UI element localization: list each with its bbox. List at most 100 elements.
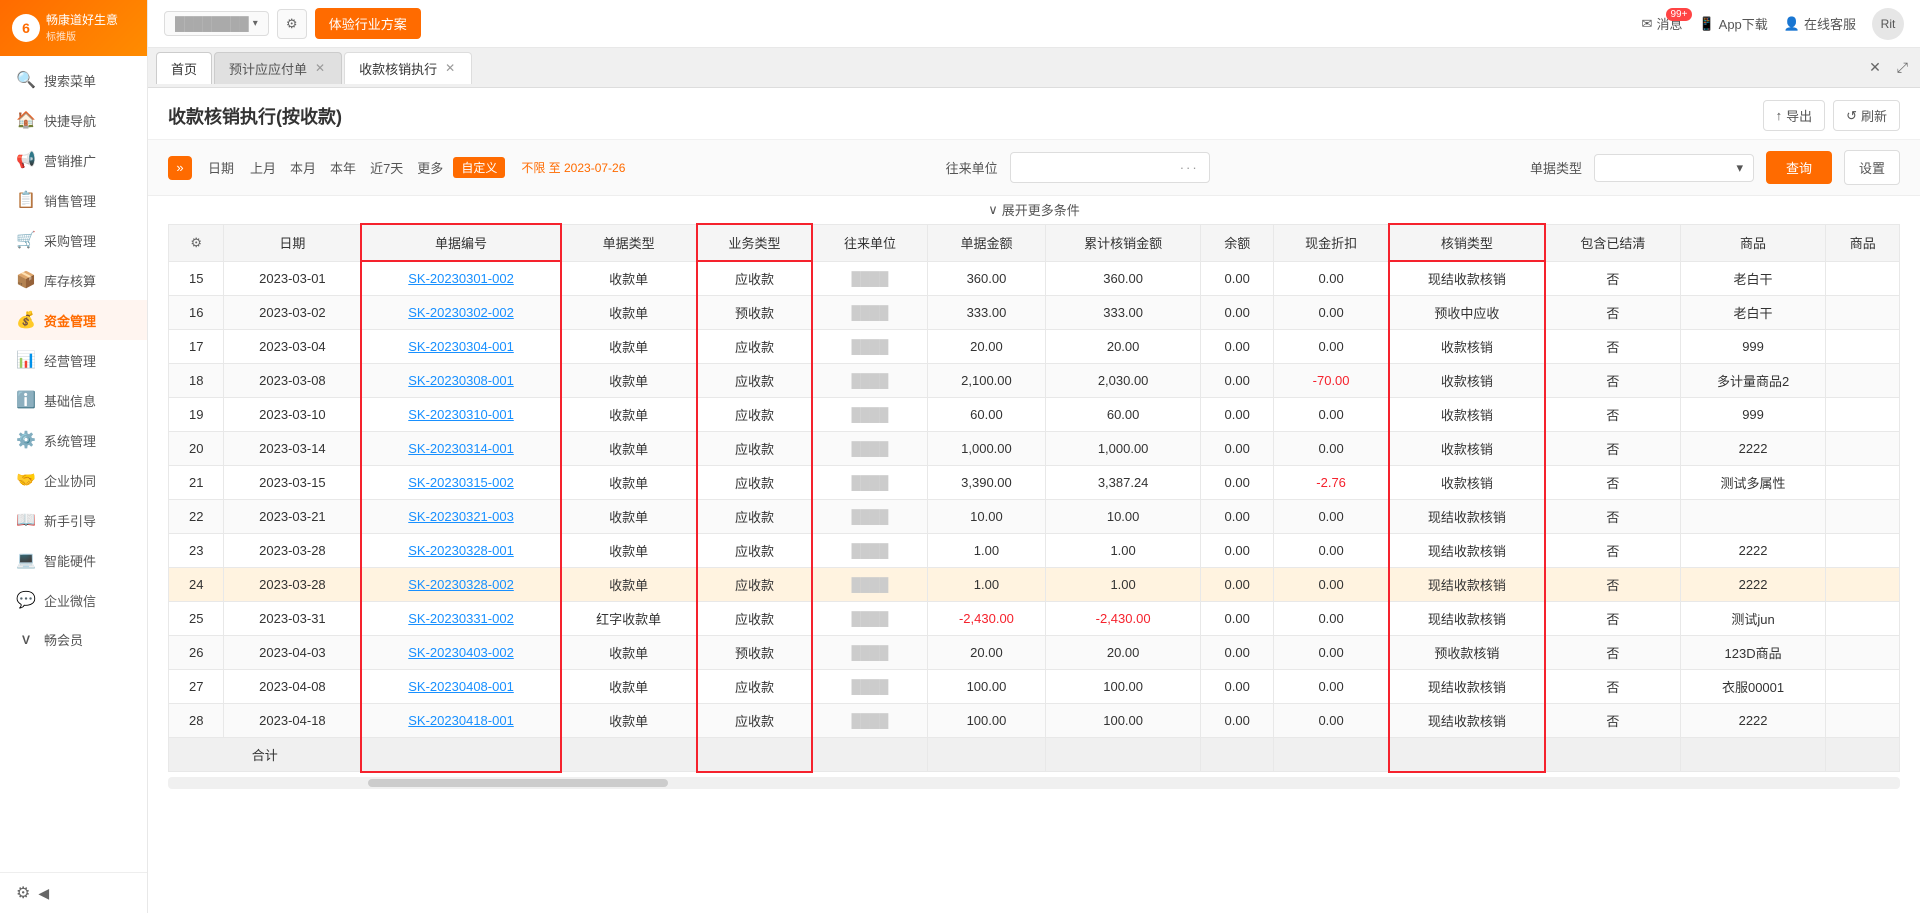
cell-bill-no[interactable]: SK-20230328-002 <box>361 568 560 602</box>
cell-amount: 3,390.00 <box>927 466 1046 500</box>
sidebar-item-member[interactable]: V 畅会员 <box>0 620 147 659</box>
bill-no-link[interactable]: SK-20230328-002 <box>408 577 514 592</box>
query-button[interactable]: 查询 <box>1766 151 1832 184</box>
date-custom-btn[interactable]: 自定义 <box>453 157 505 178</box>
sidebar-item-shortcut[interactable]: 🏠 快捷导航 <box>0 100 147 140</box>
bill-no-link[interactable]: SK-20230301-002 <box>408 271 514 286</box>
guide-icon: 📖 <box>16 510 36 530</box>
cell-bill-no[interactable]: SK-20230408-001 <box>361 670 560 704</box>
sidebar-collapse-icon[interactable]: ◀ <box>38 885 49 902</box>
bill-no-link[interactable]: SK-20230418-001 <box>408 713 514 728</box>
cell-bill-no[interactable]: SK-20230321-003 <box>361 500 560 534</box>
tab-prepay[interactable]: 预计应应付单 ✕ <box>214 52 342 84</box>
filter-settings-button[interactable]: 设置 <box>1844 150 1900 185</box>
cell-balance: 0.00 <box>1200 534 1273 568</box>
cell-included: 否 <box>1545 364 1680 398</box>
sidebar-item-enterprise[interactable]: 🤝 企业协同 <box>0 460 147 500</box>
sidebar-item-sales[interactable]: 📋 销售管理 <box>0 180 147 220</box>
tab-close-all[interactable]: ✕ <box>1865 55 1885 80</box>
cell-bill-no[interactable]: SK-20230301-002 <box>361 261 560 296</box>
tab-prepay-close[interactable]: ✕ <box>313 61 327 75</box>
table-area: ⚙ 日期 单据编号 单据类型 业务类型 往来单位 单据金额 累计核销金额 余额 … <box>148 223 1920 913</box>
sidebar-item-search[interactable]: 🔍 搜索菜单 <box>0 60 147 100</box>
sidebar-item-marketing[interactable]: 📢 营销推广 <box>0 140 147 180</box>
cell-discount: -2.76 <box>1274 466 1389 500</box>
date-btn-last-month[interactable]: 上月 <box>246 156 280 179</box>
sidebar-item-operation[interactable]: 📊 经营管理 <box>0 340 147 380</box>
partner-select[interactable]: ··· <box>1010 152 1210 183</box>
sidebar-item-finance[interactable]: 💰 资金管理 <box>0 300 147 340</box>
sidebar-item-purchase[interactable]: 🛒 采购管理 <box>0 220 147 260</box>
online-service-button[interactable]: 👤 在线客服 <box>1784 14 1856 33</box>
company-selector[interactable]: ████████ ▾ <box>164 11 269 36</box>
scrollbar-thumb[interactable] <box>368 779 668 787</box>
cell-balance: 0.00 <box>1200 568 1273 602</box>
th-settings[interactable]: ⚙ <box>169 224 224 261</box>
bill-no-link[interactable]: SK-20230331-002 <box>408 611 514 626</box>
cell-goods: 测试多属性 <box>1680 466 1826 500</box>
industry-button[interactable]: 体验行业方案 <box>315 8 421 39</box>
bill-no-link[interactable]: SK-20230328-001 <box>408 543 514 558</box>
date-btn-7days[interactable]: 近7天 <box>366 156 407 179</box>
bill-no-link[interactable]: SK-20230321-003 <box>408 509 514 524</box>
cell-bill-no[interactable]: SK-20230314-001 <box>361 432 560 466</box>
bill-no-link[interactable]: SK-20230403-002 <box>408 645 514 660</box>
date-btn-more[interactable]: 更多 <box>413 156 447 179</box>
gear-button[interactable]: ⚙ <box>277 9 307 39</box>
sidebar-item-label: 智能硬件 <box>44 551 96 570</box>
cell-bill-no[interactable]: SK-20230310-001 <box>361 398 560 432</box>
tab-home[interactable]: 首页 <box>156 52 212 84</box>
filter-expand-button[interactable]: » <box>168 156 192 180</box>
cell-bill-type: 收款单 <box>561 500 697 534</box>
tab-collection-close[interactable]: ✕ <box>443 61 457 75</box>
cell-bill-no[interactable]: SK-20230331-002 <box>361 602 560 636</box>
cell-bill-no[interactable]: SK-20230315-002 <box>361 466 560 500</box>
sidebar-item-hardware[interactable]: 💻 智能硬件 <box>0 540 147 580</box>
logo-text: 畅康道好生意 <box>46 13 118 29</box>
sidebar-item-guide[interactable]: 📖 新手引导 <box>0 500 147 540</box>
bill-type-select[interactable]: ▾ <box>1594 154 1754 182</box>
bill-no-link[interactable]: SK-20230308-001 <box>408 373 514 388</box>
cell-bill-type: 收款单 <box>561 261 697 296</box>
refresh-button[interactable]: ↺ 刷新 <box>1833 100 1900 131</box>
sidebar-item-inventory[interactable]: 📦 库存核算 <box>0 260 147 300</box>
cell-bill-type: 收款单 <box>561 568 697 602</box>
table-row: 202023-03-14SK-20230314-001收款单应收款████1,0… <box>169 432 1900 466</box>
cell-bill-no[interactable]: SK-20230403-002 <box>361 636 560 670</box>
cell-bill-no[interactable]: SK-20230418-001 <box>361 704 560 738</box>
cell-date: 2023-03-04 <box>224 330 362 364</box>
cell-amount: 20.00 <box>927 636 1046 670</box>
sidebar-settings-icon[interactable]: ⚙ <box>16 883 30 903</box>
cell-bill-type: 收款单 <box>561 364 697 398</box>
bill-no-link[interactable]: SK-20230310-001 <box>408 407 514 422</box>
expand-conditions-bar[interactable]: ∨ 展开更多条件 <box>148 196 1920 223</box>
horizontal-scrollbar[interactable] <box>168 777 1900 789</box>
user-avatar[interactable]: Rit <box>1872 8 1904 40</box>
cell-balance: 0.00 <box>1200 500 1273 534</box>
sidebar-item-wechat[interactable]: 💬 企业微信 <box>0 580 147 620</box>
cell-bill-no[interactable]: SK-20230328-001 <box>361 534 560 568</box>
sidebar-item-system[interactable]: ⚙️ 系统管理 <box>0 420 147 460</box>
date-btn-this-month[interactable]: 本月 <box>286 156 320 179</box>
cell-cancel-type: 现结收款核销 <box>1389 602 1545 636</box>
bill-no-link[interactable]: SK-20230408-001 <box>408 679 514 694</box>
bill-no-link[interactable]: SK-20230314-001 <box>408 441 514 456</box>
cell-bill-no[interactable]: SK-20230308-001 <box>361 364 560 398</box>
cell-biz-type: 应收款 <box>697 670 813 704</box>
bill-no-link[interactable]: SK-20230315-002 <box>408 475 514 490</box>
th-acc-amount: 累计核销金额 <box>1046 224 1201 261</box>
service-icon: 👤 <box>1784 16 1800 32</box>
sidebar-item-basic[interactable]: ℹ️ 基础信息 <box>0 380 147 420</box>
cell-bill-no[interactable]: SK-20230304-001 <box>361 330 560 364</box>
tab-collection[interactable]: 收款核销执行 ✕ <box>344 52 472 84</box>
date-btn-this-year[interactable]: 本年 <box>326 156 360 179</box>
bill-no-link[interactable]: SK-20230302-002 <box>408 305 514 320</box>
cell-goods: 测试jun <box>1680 602 1826 636</box>
app-download-button[interactable]: 📱 App下载 <box>1698 14 1767 33</box>
bill-no-link[interactable]: SK-20230304-001 <box>408 339 514 354</box>
total-balance <box>1200 738 1273 772</box>
messages-button[interactable]: ✉ 消息 99+ <box>1642 14 1683 33</box>
cell-bill-no[interactable]: SK-20230302-002 <box>361 296 560 330</box>
export-button[interactable]: ↑ 导出 <box>1763 100 1826 131</box>
tab-maximize[interactable]: ⤢ <box>1893 55 1912 80</box>
